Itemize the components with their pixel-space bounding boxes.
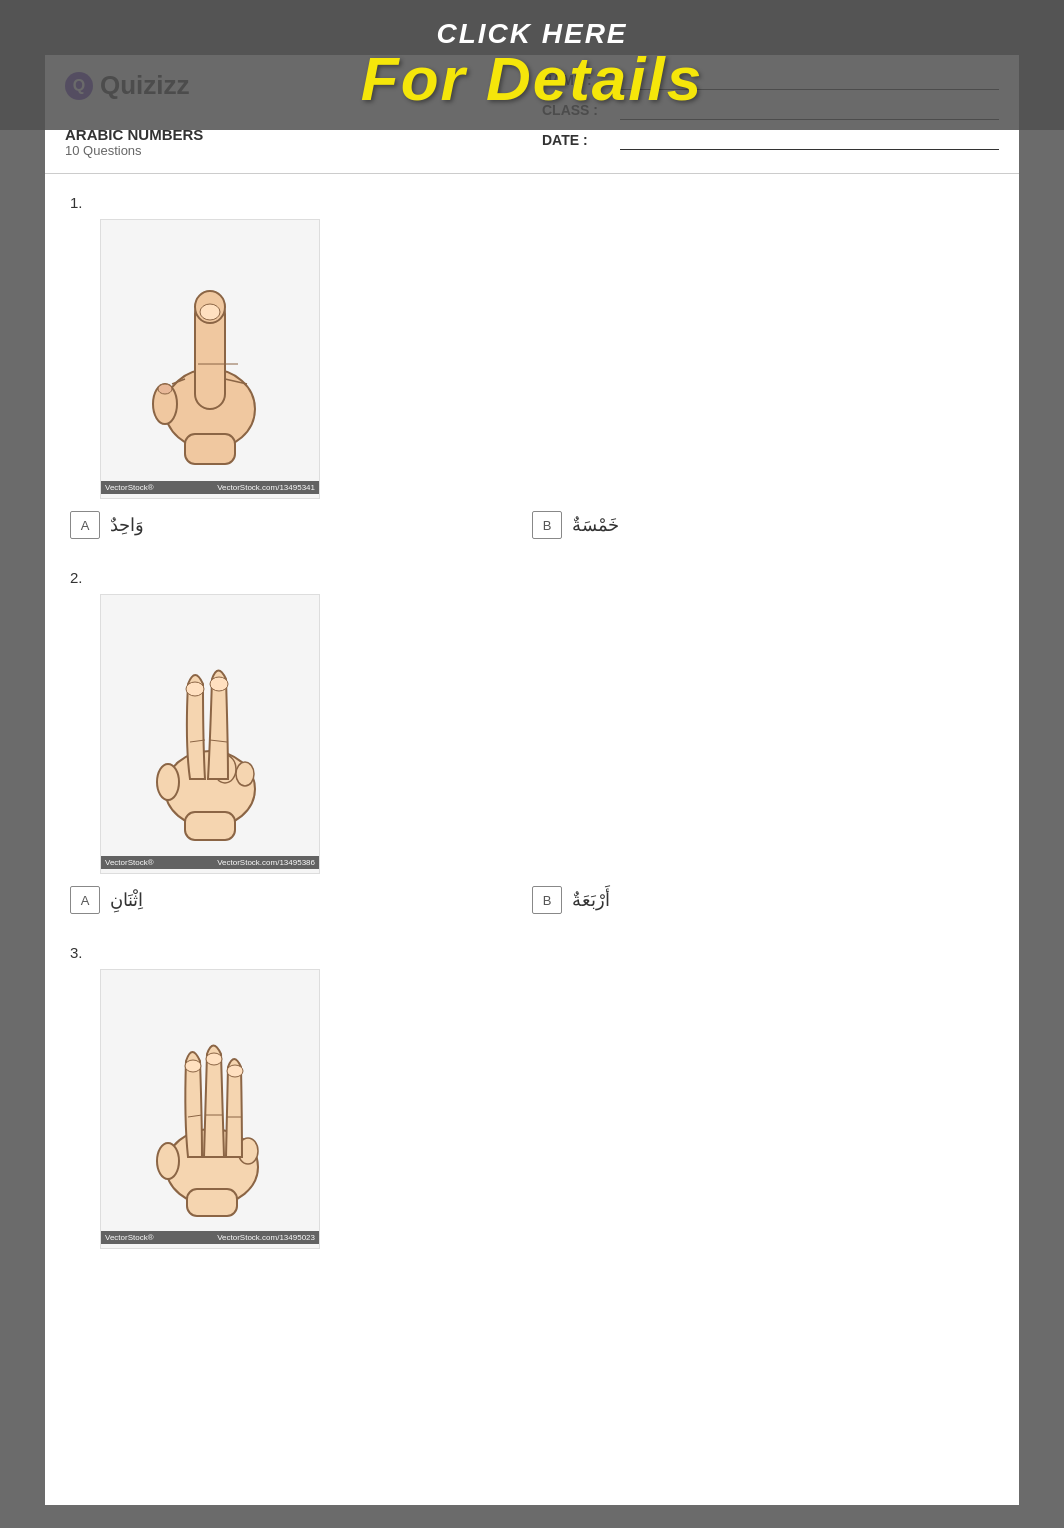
vectorstock-1-label: VectorStock® VectorStock.com/13495341 (101, 481, 319, 494)
answer-1a-text: وَاحِدٌ (110, 514, 144, 536)
svg-point-13 (236, 762, 254, 786)
svg-rect-11 (185, 812, 235, 840)
vectorstock-2-label: VectorStock® VectorStock.com/13495386 (101, 856, 319, 869)
vectorstock-3-label: VectorStock® VectorStock.com/13495023 (101, 1231, 319, 1244)
question-3-image: VectorStock® VectorStock.com/13495023 (100, 969, 320, 1249)
answer-2b: B أَرْبَعَةٌ (532, 886, 994, 914)
question-2-block: 2. (70, 569, 994, 914)
svg-point-24 (206, 1053, 222, 1065)
quiz-info: ARABIC NUMBERS 10 Questions (65, 126, 522, 158)
question-1-answers: A وَاحِدٌ B خَمْسَةٌ (70, 511, 994, 539)
svg-point-25 (227, 1065, 243, 1077)
svg-rect-20 (187, 1189, 237, 1216)
top-banner[interactable]: CLICK HERE For Details (0, 0, 1064, 130)
answer-2b-text: أَرْبَعَةٌ (572, 889, 610, 911)
question-2-image: VectorStock® VectorStock.com/13495386 (100, 594, 320, 874)
hand-two-svg (130, 624, 290, 844)
question-2-answers: A اِثْنَانِ B أَرْبَعَةٌ (70, 886, 994, 914)
hand-one-svg (130, 249, 290, 469)
svg-point-16 (210, 677, 228, 691)
answer-1a-box: A (70, 511, 100, 539)
svg-point-8 (158, 384, 172, 394)
answer-1b-box: B (532, 511, 562, 539)
svg-point-14 (157, 764, 179, 800)
answer-1a: A وَاحِدٌ (70, 511, 532, 539)
question-1-image: VectorStock® VectorStock.com/13495341 (100, 219, 320, 499)
answer-1b: B خَمْسَةٌ (532, 511, 994, 539)
question-2-number: 2. (70, 569, 994, 586)
svg-point-22 (157, 1143, 179, 1179)
answer-2a-text: اِثْنَانِ (110, 889, 143, 911)
questions-area: 1. (45, 174, 1019, 1299)
main-content: Q Quizizz ARABIC NUMBERS 10 Questions NA… (45, 55, 1019, 1505)
answer-2a-box: A (70, 886, 100, 914)
date-line[interactable] (620, 130, 999, 150)
for-details-text: For Details (361, 48, 703, 110)
svg-point-23 (185, 1060, 201, 1072)
question-3-number: 3. (70, 944, 994, 961)
quiz-questions: 10 Questions (65, 143, 522, 158)
svg-rect-6 (185, 434, 235, 464)
question-3-block: 3. (70, 944, 994, 1249)
banner-text: CLICK HERE For Details (361, 20, 703, 110)
svg-point-15 (186, 682, 204, 696)
answer-2a: A اِثْنَانِ (70, 886, 532, 914)
question-1-number: 1. (70, 194, 994, 211)
question-1-block: 1. (70, 194, 994, 539)
date-field-row: DATE : (542, 130, 999, 150)
answer-1b-text: خَمْسَةٌ (572, 514, 619, 536)
date-label: DATE : (542, 132, 612, 148)
hand-three-svg (130, 999, 290, 1219)
svg-point-9 (200, 304, 220, 320)
answer-2b-box: B (532, 886, 562, 914)
